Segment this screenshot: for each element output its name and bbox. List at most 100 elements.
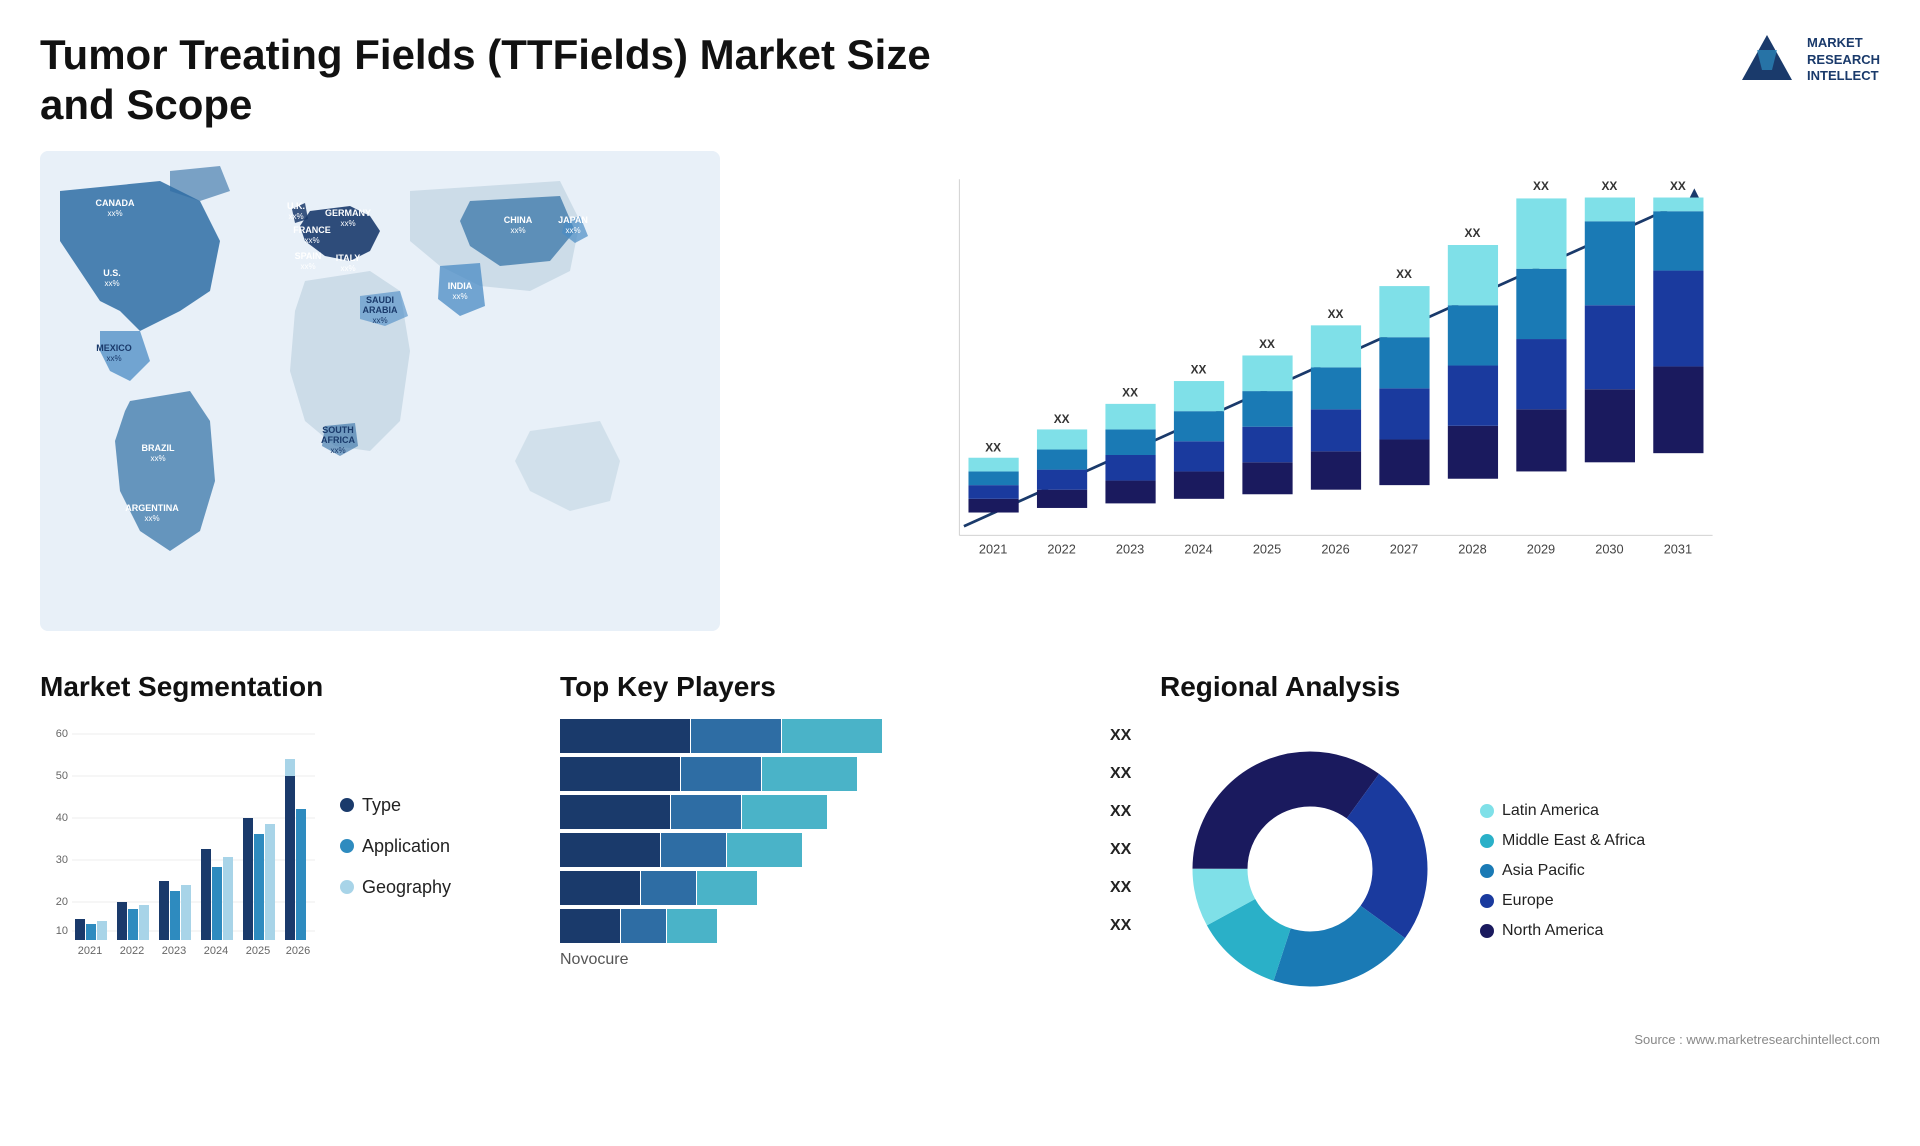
svg-text:XX: XX: [1533, 179, 1549, 193]
svg-text:2026: 2026: [1321, 541, 1349, 556]
svg-text:xx%: xx%: [150, 454, 165, 463]
map-svg: CANADA xx% U.S. xx% MEXICO xx% BRAZIL xx…: [40, 151, 720, 631]
asia-pacific-dot: [1480, 864, 1494, 878]
player-bar-1: [560, 719, 1102, 753]
svg-text:xx%: xx%: [565, 226, 580, 235]
svg-text:2026: 2026: [286, 945, 310, 957]
svg-text:2021: 2021: [979, 541, 1007, 556]
svg-text:2030: 2030: [1595, 541, 1623, 556]
svg-text:xx%: xx%: [330, 446, 345, 455]
svg-text:20: 20: [56, 896, 68, 908]
svg-text:XX: XX: [1191, 363, 1207, 377]
company-name: Novocure: [560, 951, 1140, 969]
europe-dot: [1480, 894, 1494, 908]
main-bar-chart: XX XX XX XX XX: [740, 151, 1880, 631]
logo-text: MARKET RESEARCH INTELLECT: [1807, 35, 1880, 86]
player-bar-3: [560, 795, 1102, 829]
svg-text:xx%: xx%: [300, 262, 315, 271]
middle-east-africa-dot: [1480, 834, 1494, 848]
svg-text:SOUTH: SOUTH: [322, 425, 354, 435]
svg-text:XX: XX: [1054, 412, 1070, 426]
svg-text:2031: 2031: [1664, 541, 1692, 556]
legend-type-dot: [340, 798, 354, 812]
svg-text:xx%: xx%: [288, 212, 303, 221]
svg-text:xx%: xx%: [340, 219, 355, 228]
svg-text:INDIA: INDIA: [448, 281, 473, 291]
regional-legend: Latin America Middle East & Africa Asia …: [1480, 802, 1645, 940]
svg-text:XX: XX: [1602, 179, 1618, 193]
bar-chart-svg: XX XX XX XX XX: [780, 161, 1860, 581]
svg-text:CANADA: CANADA: [96, 198, 135, 208]
player-bar-6: [560, 909, 1102, 943]
key-players-section: Top Key Players XX XX: [560, 671, 1140, 1047]
legend-geography: Geography: [340, 877, 451, 898]
player-row-6: XX: [560, 909, 1140, 943]
north-america-dot: [1480, 924, 1494, 938]
svg-text:xx%: xx%: [510, 226, 525, 235]
page-header: Tumor Treating Fields (TTFields) Market …: [40, 30, 1880, 131]
legend-type: Type: [340, 795, 451, 816]
svg-text:2028: 2028: [1458, 541, 1486, 556]
top-section: CANADA xx% U.S. xx% MEXICO xx% BRAZIL xx…: [40, 151, 1880, 631]
regional-section: Regional Analysis: [1160, 671, 1880, 1047]
key-players-title: Top Key Players: [560, 671, 1140, 703]
player-row-1: XX: [560, 719, 1140, 753]
player-label-6: XX: [1110, 917, 1140, 935]
svg-text:XX: XX: [1670, 179, 1686, 193]
svg-text:xx%: xx%: [104, 279, 119, 288]
svg-text:SPAIN: SPAIN: [295, 251, 322, 261]
regional-legend-na: North America: [1480, 922, 1645, 940]
svg-text:JAPAN: JAPAN: [558, 215, 588, 225]
svg-text:xx%: xx%: [340, 264, 355, 273]
regional-legend-latin: Latin America: [1480, 802, 1645, 820]
player-row-5: XX: [560, 871, 1140, 905]
svg-text:ARGENTINA: ARGENTINA: [125, 503, 179, 513]
svg-text:xx%: xx%: [372, 316, 387, 325]
player-bar-2: [560, 757, 1102, 791]
svg-text:GERMANY: GERMANY: [325, 208, 371, 218]
svg-text:2027: 2027: [1390, 541, 1418, 556]
player-row-2: XX: [560, 757, 1140, 791]
svg-text:XX: XX: [985, 440, 1001, 454]
regional-legend-apac: Asia Pacific: [1480, 862, 1645, 880]
world-map: CANADA xx% U.S. xx% MEXICO xx% BRAZIL xx…: [40, 151, 720, 631]
svg-text:SAUDI: SAUDI: [366, 295, 394, 305]
player-row-3: XX: [560, 795, 1140, 829]
segmentation-title: Market Segmentation: [40, 671, 540, 703]
svg-text:xx%: xx%: [304, 236, 319, 245]
svg-text:XX: XX: [1328, 307, 1344, 321]
svg-text:60: 60: [56, 728, 68, 740]
svg-text:2025: 2025: [246, 945, 270, 957]
legend-geography-dot: [340, 880, 354, 894]
svg-text:40: 40: [56, 812, 68, 824]
svg-text:2024: 2024: [204, 945, 228, 957]
svg-text:2021: 2021: [78, 945, 102, 957]
svg-text:2029: 2029: [1527, 541, 1555, 556]
regional-legend-europe: Europe: [1480, 892, 1645, 910]
svg-text:30: 30: [56, 854, 68, 866]
svg-text:2023: 2023: [1116, 541, 1144, 556]
svg-text:50: 50: [56, 770, 68, 782]
segmentation-section: Market Segmentation 60 50 40 30 20 10: [40, 671, 540, 1047]
svg-text:2024: 2024: [1184, 541, 1212, 556]
player-row-4: XX: [560, 833, 1140, 867]
logo: MARKET RESEARCH INTELLECT: [1737, 30, 1880, 90]
svg-text:U.S.: U.S.: [103, 268, 121, 278]
svg-text:ARABIA: ARABIA: [363, 305, 398, 315]
svg-text:10: 10: [56, 925, 68, 937]
svg-text:2025: 2025: [1253, 541, 1281, 556]
svg-text:CHINA: CHINA: [504, 215, 533, 225]
svg-text:xx%: xx%: [107, 209, 122, 218]
player-label-5: XX: [1110, 879, 1140, 897]
player-bar-4: [560, 833, 1102, 867]
player-label-1: XX: [1110, 727, 1140, 745]
donut-chart: [1160, 719, 1460, 1024]
svg-text:XX: XX: [1259, 337, 1275, 351]
svg-text:U.K.: U.K.: [287, 201, 305, 211]
svg-text:2023: 2023: [162, 945, 186, 957]
svg-text:XX: XX: [1465, 226, 1481, 240]
page-title: Tumor Treating Fields (TTFields) Market …: [40, 30, 940, 131]
svg-text:xx%: xx%: [452, 292, 467, 301]
player-bar-5: [560, 871, 1102, 905]
svg-text:xx%: xx%: [144, 514, 159, 523]
